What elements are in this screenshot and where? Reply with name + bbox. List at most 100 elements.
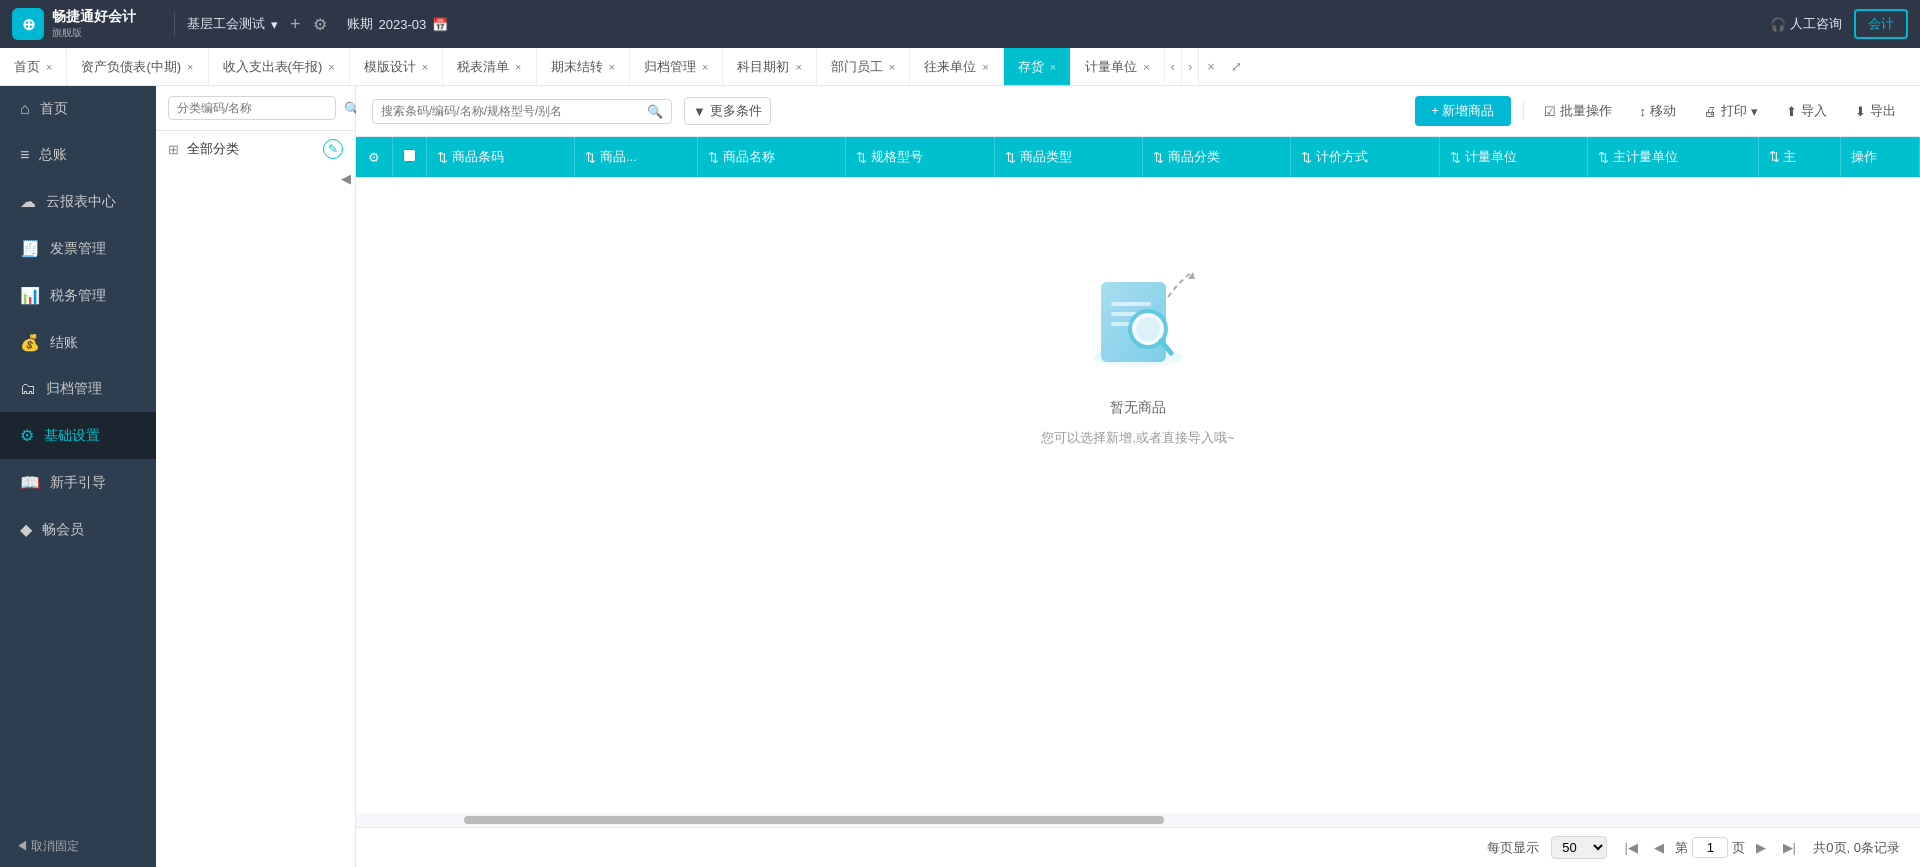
col-spec[interactable]: ⇅规格型号	[846, 137, 994, 177]
add-tab-btn[interactable]: +	[290, 14, 301, 35]
sidebar-item-invoice[interactable]: 🧾 发票管理	[0, 225, 156, 272]
settings-icon[interactable]: ⚙	[313, 15, 327, 34]
tab-close-unit[interactable]: ×	[1143, 61, 1149, 73]
print-btn[interactable]: 🖨 打印 ▾	[1696, 98, 1766, 124]
import-btn[interactable]: ⬆ 导入	[1778, 98, 1835, 124]
tab-label-period: 期末结转	[551, 58, 603, 76]
sidebar-item-archive[interactable]: 🗂 归档管理	[0, 366, 156, 412]
tab-close-subject[interactable]: ×	[795, 61, 801, 73]
col-unit[interactable]: ⇅计量单位	[1439, 137, 1587, 177]
tab-close-template[interactable]: ×	[422, 61, 428, 73]
ai-consult-btn[interactable]: 🎧 人工咨询	[1770, 15, 1842, 33]
panel-collapse-btn[interactable]: ◀	[337, 167, 355, 190]
sidebar-item-cloud[interactable]: ☁ 云报表中心	[0, 178, 156, 225]
sidebar-item-basic[interactable]: ⚙ 基础设置	[0, 412, 156, 459]
tab-unit[interactable]: 计量单位 ×	[1071, 48, 1164, 85]
per-page-select[interactable]: 10 20 50 100	[1551, 836, 1607, 859]
empty-illustration	[1073, 257, 1203, 387]
sidebar-item-ledger[interactable]: ≡ 总账	[0, 132, 156, 178]
category-all-item[interactable]: ⊞ 全部分类 ✎	[156, 131, 355, 167]
tab-prev-btn[interactable]: ‹	[1165, 48, 1182, 85]
sidebar: ⌂ 首页 ≡ 总账 ☁ 云报表中心 🧾 发票管理 📊 税务管理 💰 结账 🗂 归…	[0, 86, 156, 867]
col-setting-icon: ⚙	[368, 150, 380, 165]
sidebar-item-home[interactable]: ⌂ 首页	[0, 86, 156, 132]
search-icon[interactable]: 🔍	[647, 104, 663, 119]
first-page-btn[interactable]: |◀	[1619, 836, 1643, 860]
tab-close-archive[interactable]: ×	[702, 61, 708, 73]
tab-close-balance[interactable]: ×	[187, 61, 193, 73]
tab-close-contacts[interactable]: ×	[982, 61, 988, 73]
move-icon: ↕	[1640, 104, 1647, 119]
col-name[interactable]: ⇅商品名称	[697, 137, 845, 177]
empty-subtitle: 您可以选择新增,或者直接导入哦~	[1041, 429, 1234, 447]
tab-inventory[interactable]: 存货 ×	[1004, 48, 1071, 85]
prev-page-btn[interactable]: ◀	[1647, 836, 1671, 860]
tab-next-btn[interactable]: ›	[1182, 48, 1199, 85]
sidebar-label-ledger: 总账	[39, 146, 67, 164]
tab-archive[interactable]: 归档管理 ×	[630, 48, 723, 85]
col-extra[interactable]: ⇅ 主	[1758, 137, 1840, 177]
col-main-unit[interactable]: ⇅主计量单位	[1588, 137, 1758, 177]
project-selector[interactable]: 基层工会测试 ▾	[187, 15, 278, 33]
filter-icon: ▼	[693, 104, 706, 119]
tab-contacts[interactable]: 往来单位 ×	[910, 48, 1003, 85]
tab-income[interactable]: 收入支出表(年报) ×	[209, 48, 350, 85]
export-icon: ⬇	[1855, 104, 1866, 119]
sidebar-item-tax[interactable]: 📊 税务管理	[0, 272, 156, 319]
sidebar-item-guide[interactable]: 📖 新手引导	[0, 459, 156, 506]
more-filter-btn[interactable]: ▼ 更多条件	[684, 97, 771, 125]
tab-template[interactable]: 模版设计 ×	[350, 48, 443, 85]
col-code[interactable]: ⇅商品...	[574, 137, 697, 177]
tab-tax[interactable]: 税表清单 ×	[443, 48, 536, 85]
sort-icon2: ⇅	[585, 150, 596, 165]
tab-home[interactable]: 首页 ×	[0, 48, 67, 85]
tab-close-income[interactable]: ×	[328, 61, 334, 73]
col-setting[interactable]: ⚙	[356, 137, 392, 177]
horizontal-scrollbar[interactable]	[464, 816, 1164, 824]
select-all-checkbox[interactable]	[403, 149, 416, 162]
tab-close-dept[interactable]: ×	[889, 61, 895, 73]
col-price-method[interactable]: ⇅计价方式	[1291, 137, 1439, 177]
sidebar-item-vip[interactable]: ◆ 畅会员	[0, 506, 156, 553]
tab-period-end[interactable]: 期末结转 ×	[537, 48, 630, 85]
sidebar-item-close[interactable]: 💰 结账	[0, 319, 156, 366]
col-checkbox[interactable]	[392, 137, 426, 177]
content-area: 🔍 ⊞ 全部分类 ✎ ◀ 🔍	[156, 86, 1920, 867]
page-suffix: 页	[1732, 839, 1745, 857]
tab-label-template: 模版设计	[364, 58, 416, 76]
tab-department[interactable]: 部门员工 ×	[817, 48, 910, 85]
category-search-input[interactable]	[168, 96, 336, 120]
checkbox-icon: ☑	[1544, 104, 1556, 119]
next-page-btn[interactable]: ▶	[1749, 836, 1773, 860]
col-barcode[interactable]: ⇅商品条码	[426, 137, 574, 177]
export-btn[interactable]: ⬇ 导出	[1847, 98, 1904, 124]
tab-close-period[interactable]: ×	[609, 61, 615, 73]
calendar-icon[interactable]: 📅	[432, 17, 448, 32]
tab-close-all-btn[interactable]: ×	[1199, 48, 1223, 85]
sidebar-label-cloud: 云报表中心	[46, 193, 116, 211]
move-btn[interactable]: ↕ 移动	[1632, 98, 1685, 124]
add-product-btn[interactable]: + 新增商品	[1415, 96, 1510, 126]
tab-close-home[interactable]: ×	[46, 61, 52, 73]
sidebar-unpin-btn[interactable]: ◀ 取消固定	[0, 826, 156, 867]
tab-expand-btn[interactable]: ⤢	[1223, 48, 1250, 85]
svg-rect-3	[1111, 302, 1151, 306]
account-button[interactable]: 会计	[1854, 9, 1908, 39]
tab-close-tax[interactable]: ×	[515, 61, 521, 73]
logo-icon: ⊕	[12, 8, 44, 40]
tab-balance-sheet[interactable]: 资产负债表(中期) ×	[67, 48, 208, 85]
sort-icon4: ⇅	[856, 150, 867, 165]
category-edit-icon[interactable]: ✎	[323, 139, 343, 159]
page-number-input[interactable]	[1692, 837, 1728, 858]
tab-close-inventory[interactable]: ×	[1050, 61, 1056, 73]
batch-operate-btn[interactable]: ☑ 批量操作	[1536, 98, 1620, 124]
app-subtitle: 旗舰版	[52, 26, 136, 40]
product-search-input[interactable]	[381, 104, 641, 118]
tab-label-tax: 税表清单	[457, 58, 509, 76]
tab-subject[interactable]: 科目期初 ×	[723, 48, 816, 85]
pagination: 每页显示 10 20 50 100 |◀ ◀ 第 页 ▶ ▶|	[356, 827, 1920, 867]
col-category[interactable]: ⇅商品分类	[1143, 137, 1291, 177]
table-header-row: ⚙ ⇅商品条码 ⇅商品...	[356, 137, 1920, 177]
col-type[interactable]: ⇅商品类型	[994, 137, 1142, 177]
last-page-btn[interactable]: ▶|	[1777, 836, 1801, 860]
